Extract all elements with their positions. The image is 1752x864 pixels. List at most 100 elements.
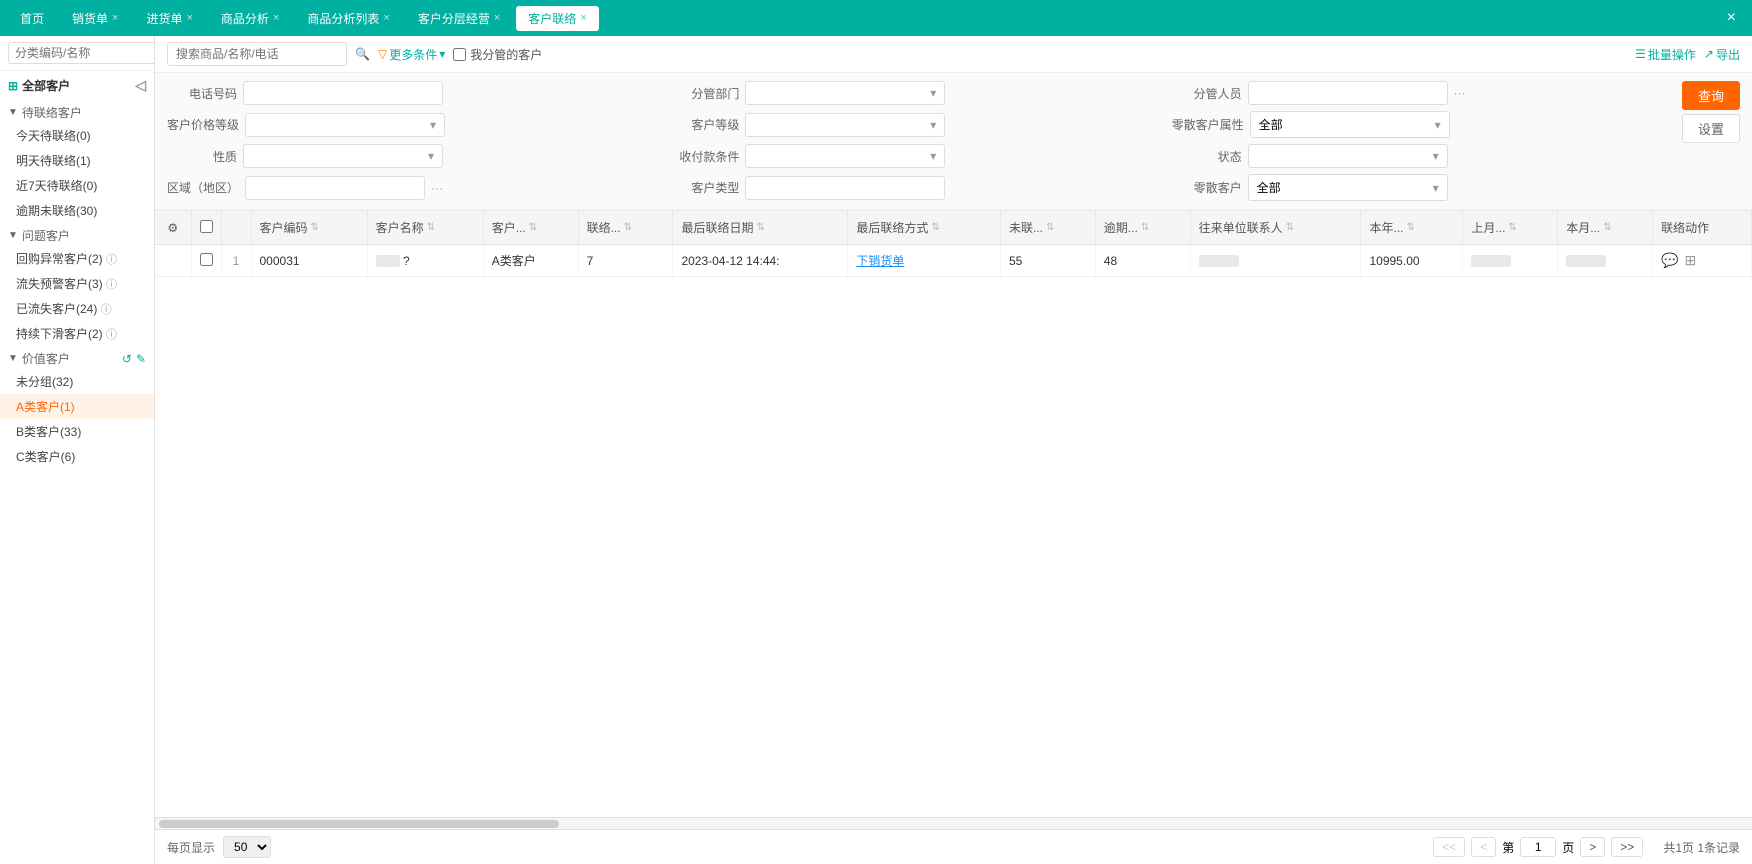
dept-select[interactable]: ▾	[745, 81, 945, 105]
table-year-amt-header[interactable]: 本年... ⇅	[1361, 211, 1463, 245]
close-customer-tier-icon[interactable]: ×	[494, 12, 500, 24]
sidebar-item-overdue[interactable]: 逾期未联络(30)	[0, 198, 154, 223]
table-this-month-header[interactable]: 本月... ⇅	[1558, 211, 1653, 245]
nav-customer-contact[interactable]: 客户联络 ×	[516, 6, 598, 31]
content-area: 🔍 ▽ 更多条件 ▾ 我分管的客户 ☰ 批量操作 ↗ 导出	[155, 36, 1752, 864]
payment-select[interactable]: ▾	[745, 144, 945, 168]
sidebar-item-7days[interactable]: 近7天待联络(0)	[0, 173, 154, 198]
phone-input[interactable]	[243, 81, 443, 105]
sidebar-all-customers[interactable]: ⊞ 全部客户 ◁	[0, 71, 154, 100]
table-overdue-header[interactable]: 逾期... ⇅	[1095, 211, 1190, 245]
filter-settings-button[interactable]: 设置	[1682, 114, 1740, 143]
nav-product-analysis[interactable]: 商品分析 ×	[209, 6, 291, 31]
row-last-method[interactable]: 下销货单	[848, 245, 1001, 277]
table-name-header[interactable]: 客户名称 ⇅	[367, 211, 483, 245]
sidebar-item-declining[interactable]: 持续下滑客户(2) ⓘ	[0, 321, 154, 346]
nav-customer-tier[interactable]: 客户分层经营 ×	[406, 6, 512, 31]
filter-row-1: 电话号码 分管部门 ▾ 分管人员	[167, 81, 1666, 105]
sidebar-item-class-a[interactable]: A类客户(1)	[0, 394, 154, 419]
customer-grade-select[interactable]: ▾	[745, 113, 945, 137]
sidebar-search-input[interactable]	[8, 42, 155, 64]
first-page-button[interactable]: <<	[1433, 837, 1465, 857]
manager-more-icon[interactable]: ···	[1454, 86, 1466, 100]
window-close-button[interactable]: ×	[1719, 5, 1744, 31]
table-settings-header[interactable]: ⚙	[155, 211, 191, 245]
sidebar-collapse-button[interactable]: ◁	[135, 77, 146, 94]
table-code-header[interactable]: 客户编码 ⇅	[251, 211, 367, 245]
customer-type-input[interactable]	[745, 176, 945, 200]
this-month-sort-icon: ⇅	[1603, 222, 1611, 233]
last-month-sort-icon: ⇅	[1508, 222, 1516, 233]
sidebar-item-abnormal-repurchase[interactable]: 回购异常客户(2) ⓘ	[0, 246, 154, 271]
next-page-button[interactable]: >	[1580, 837, 1605, 857]
row-checkbox[interactable]	[200, 253, 213, 266]
region-more-icon[interactable]: ···	[431, 181, 443, 195]
more-conditions-button[interactable]: ▽ 更多条件 ▾	[378, 46, 445, 63]
table-contact-header[interactable]: 联络... ⇅	[578, 211, 673, 245]
sidebar-item-unclassified[interactable]: 未分组(32)	[0, 369, 154, 394]
nature-select[interactable]: ▾	[243, 144, 443, 168]
expand-icon-3: ▼	[8, 353, 18, 364]
table-last-method-header[interactable]: 最后联络方式 ⇅	[848, 211, 1001, 245]
nav-sales-order[interactable]: 销货单 ×	[60, 6, 130, 31]
sidebar-item-class-c[interactable]: C类客户(6)	[0, 444, 154, 469]
retail-customer-select[interactable]: 全部 ▾	[1248, 174, 1448, 201]
dept-dropdown-icon: ▾	[930, 86, 936, 100]
close-purchase-order-icon[interactable]: ×	[186, 12, 192, 24]
close-product-analysis-icon[interactable]: ×	[273, 12, 279, 24]
region-input[interactable]	[245, 176, 425, 200]
sidebar-item-churned[interactable]: 已流失客户(24) ⓘ	[0, 296, 154, 321]
bottom-bar: 每页显示 50 << < 第 页 > >>	[155, 829, 1752, 864]
query-button[interactable]: 查询	[1682, 81, 1740, 110]
sidebar-item-class-b[interactable]: B类客户(33)	[0, 419, 154, 444]
table-select-all-header[interactable]	[191, 211, 221, 245]
sidebar-item-today[interactable]: 今天待联络(0)	[0, 123, 154, 148]
row-contact: 7	[578, 245, 673, 277]
scroll-thumb[interactable]	[159, 820, 559, 828]
prev-page-button[interactable]: <	[1471, 837, 1496, 857]
close-sales-order-icon[interactable]: ×	[112, 12, 118, 24]
sidebar-group-value[interactable]: ▼ 价值客户 ↺ ✎	[0, 346, 154, 369]
sidebar-item-tomorrow[interactable]: 明天待联络(1)	[0, 148, 154, 173]
nav-product-analysis-list[interactable]: 商品分析列表 ×	[295, 6, 401, 31]
my-customers-checkbox[interactable]	[453, 48, 466, 61]
filter-search-input[interactable]	[167, 42, 347, 66]
last-page-button[interactable]: >>	[1611, 837, 1643, 857]
refresh-icon[interactable]: ↺	[122, 352, 132, 366]
sidebar-group-problem[interactable]: ▼ 问题客户	[0, 223, 154, 246]
dropdown-icon: ▾	[439, 47, 445, 61]
table-grade-header[interactable]: 客户... ⇅	[483, 211, 578, 245]
price-grade-select[interactable]: ▾	[245, 113, 445, 137]
row-checkbox-cell[interactable]	[191, 245, 221, 277]
my-customers-checkbox-label[interactable]: 我分管的客户	[453, 46, 542, 63]
action-chat-icon[interactable]: 💬	[1661, 252, 1678, 269]
sidebar-item-churn-warning[interactable]: 流失预警客户(3) ⓘ	[0, 271, 154, 296]
close-customer-contact-icon[interactable]: ×	[580, 12, 586, 24]
code-sort-icon: ⇅	[311, 222, 319, 233]
status-select[interactable]: ▾	[1248, 144, 1448, 168]
manager-input[interactable]	[1248, 81, 1448, 105]
filter-field-customer-type: 客户类型	[669, 176, 1163, 200]
sidebar-group-pending[interactable]: ▼ 待联络客户	[0, 100, 154, 123]
horizontal-scrollbar[interactable]	[155, 817, 1752, 829]
table-last-date-header[interactable]: 最后联络日期 ⇅	[673, 211, 848, 245]
close-product-analysis-list-icon[interactable]: ×	[383, 12, 389, 24]
action-more-icon[interactable]: ⊞	[1685, 252, 1697, 269]
settings-gear-icon[interactable]: ⚙	[167, 221, 178, 235]
nav-home[interactable]: 首页	[8, 6, 56, 31]
select-all-checkbox[interactable]	[200, 220, 213, 233]
filter-field-status: 状态 ▾	[1172, 144, 1666, 168]
table-last-month-header[interactable]: 上月... ⇅	[1463, 211, 1558, 245]
page-number-input[interactable]	[1520, 837, 1556, 857]
retail-attr-select[interactable]: 全部 ▾	[1250, 111, 1450, 138]
edit-icon[interactable]: ✎	[136, 352, 146, 366]
table-contact2-header[interactable]: 往来单位联系人 ⇅	[1190, 211, 1361, 245]
filter-search-button[interactable]: 🔍	[355, 47, 370, 61]
export-button[interactable]: ↗ 导出	[1704, 46, 1740, 63]
status-label: 状态	[1172, 148, 1242, 165]
payment-dropdown-icon: ▾	[930, 149, 936, 163]
batch-operations-button[interactable]: ☰ 批量操作	[1635, 46, 1696, 63]
table-uncontact-header[interactable]: 未联... ⇅	[1000, 211, 1095, 245]
page-size-select[interactable]: 50	[223, 836, 271, 858]
nav-purchase-order[interactable]: 进货单 ×	[134, 6, 204, 31]
